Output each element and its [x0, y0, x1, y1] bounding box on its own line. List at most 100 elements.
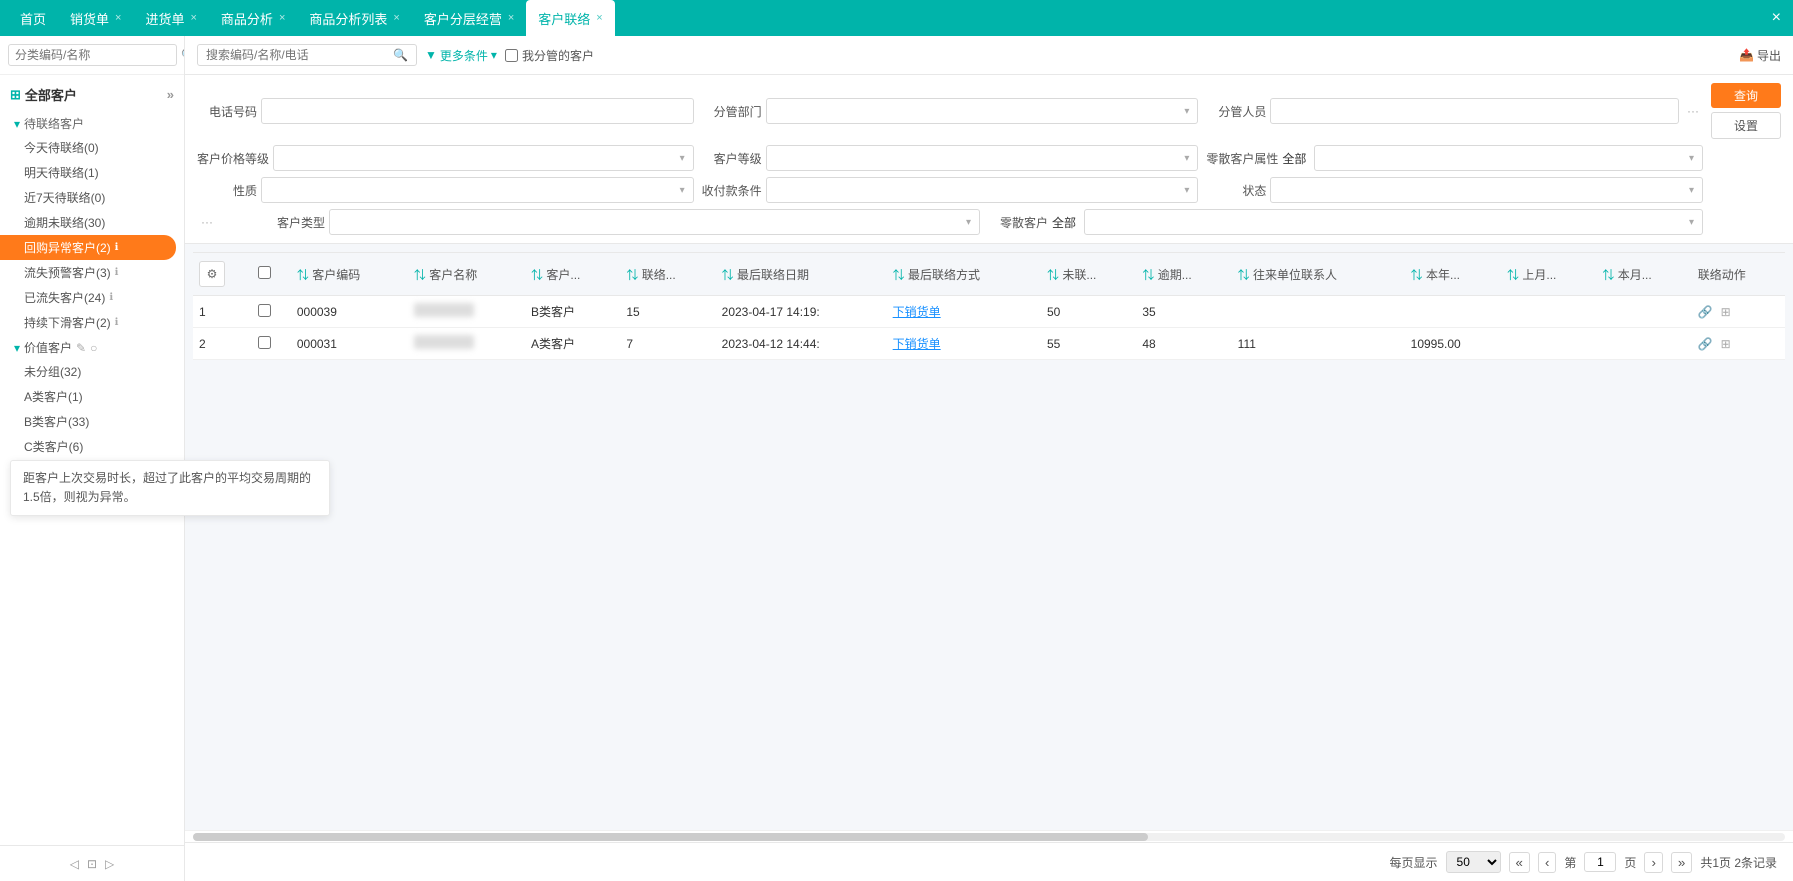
action-link-icon-2[interactable]: 🔗 [1698, 337, 1713, 351]
nav-analysis-list[interactable]: 商品分析列表 × [297, 0, 411, 36]
horizontal-scrollbar-track [193, 833, 1785, 841]
payment-select[interactable]: ▾ [766, 177, 1199, 203]
export-button[interactable]: 📤 导出 [1739, 47, 1781, 64]
sidebar-item-class-b[interactable]: B类客户(33) [0, 409, 184, 434]
sidebar-item-class-a[interactable]: A类客户(1) [0, 384, 184, 409]
nav-analysis-close[interactable]: × [279, 12, 285, 24]
th-last-contact-method[interactable]: ⇅ 最后联络方式 [887, 253, 1041, 296]
customer-level-select[interactable]: ▾ [766, 145, 1199, 171]
th-last-month[interactable]: ⇅ 上月... [1501, 253, 1596, 296]
row1-checkbox[interactable] [258, 304, 271, 317]
nav-customer-contact-close[interactable]: × [596, 12, 602, 24]
sidebar-item-lost[interactable]: 已流失客户(24) ℹ [0, 285, 184, 310]
status-select[interactable]: ▾ [1270, 177, 1703, 203]
prev-page-button[interactable]: ‹ [1538, 852, 1556, 873]
my-customers-checkbox[interactable] [505, 49, 518, 62]
nav-customer-ops[interactable]: 客户分层经营 × [412, 0, 526, 36]
scatter-customer-select[interactable]: ▾ [1084, 209, 1703, 235]
contact-method-link-1[interactable]: 下销货单 [893, 305, 941, 319]
sidebar-item-class-c[interactable]: C类客户(6) [0, 434, 184, 459]
scatter-attr-select[interactable]: ▾ [1314, 145, 1703, 171]
sidebar-item-ungrouped[interactable]: 未分组(32) [0, 359, 184, 384]
th-date-sort-icon: ⇅ [722, 268, 734, 282]
nav-purchase[interactable]: 进货单 × [133, 0, 208, 36]
th-code[interactable]: ⇅ 客户编码 [291, 253, 408, 296]
sidebar-item-loss-warning[interactable]: 流失预警客户(3) ℹ [0, 260, 184, 285]
th-contact-person[interactable]: ⇅ 往来单位联系人 [1232, 253, 1405, 296]
th-uncontacted[interactable]: ⇅ 未联... [1041, 253, 1136, 296]
sidebar-collapse-icon[interactable]: » [167, 87, 174, 102]
sidebar-bottom-left-arrow[interactable]: ◁ [70, 857, 79, 871]
sidebar-section-pending[interactable]: ▾ 待联络客户 [0, 110, 184, 135]
row4-dots-button[interactable]: ··· [197, 215, 217, 229]
person-dots-button[interactable]: ··· [1683, 104, 1703, 118]
sidebar-all-customers[interactable]: ⊞ 全部客户 » [0, 79, 184, 110]
settings-button[interactable]: 设置 [1711, 112, 1781, 139]
th-current-year[interactable]: ⇅ 本年... [1405, 253, 1501, 296]
select-all-checkbox[interactable] [258, 266, 271, 279]
nature-select[interactable]: ▾ [261, 177, 694, 203]
th-contact-count[interactable]: ⇅ 联络... [620, 253, 715, 296]
sidebar-item-overdue[interactable]: 逾期未联络(30) [0, 210, 184, 235]
filter-nature: 性质 ▾ [197, 177, 694, 203]
value-add-icon[interactable]: ○ [90, 341, 97, 355]
nav-sales[interactable]: 销货单 × [58, 0, 133, 36]
last-page-button[interactable]: » [1671, 852, 1692, 873]
cell-last-contact-method-1[interactable]: 下销货单 [887, 296, 1041, 328]
row2-checkbox[interactable] [258, 336, 271, 349]
top-nav: 首页 销货单 × 进货单 × 商品分析 × 商品分析列表 × 客户分层经营 × … [0, 0, 1793, 36]
sidebar-section-value[interactable]: ▾ 价值客户 ✎ ○ [0, 335, 184, 359]
sidebar-search-input[interactable] [8, 44, 177, 66]
sidebar-item-repurchase-anomaly[interactable]: 回购异常客户(2) ℹ [0, 235, 176, 260]
sidebar-item-declining[interactable]: 持续下滑客户(2) ℹ [0, 310, 184, 335]
nav-analysis[interactable]: 商品分析 × [209, 0, 297, 36]
query-button[interactable]: 查询 [1711, 83, 1781, 108]
payment-chevron-icon: ▾ [1184, 185, 1189, 196]
th-overdue[interactable]: ⇅ 逾期... [1136, 253, 1231, 296]
nav-purchase-close[interactable]: × [190, 12, 196, 24]
filter-icon: ▼ [425, 48, 437, 62]
th-name[interactable]: ⇅ 客户名称 [408, 253, 525, 296]
action-grid-icon-1[interactable]: ⊞ [1721, 305, 1731, 319]
table-area[interactable]: ⚙ ⇅ 客户编码 ⇅ 客户名称 [185, 244, 1793, 830]
action-grid-icon-2[interactable]: ⊞ [1721, 337, 1731, 351]
nav-customer-ops-close[interactable]: × [508, 12, 514, 24]
next-page-button[interactable]: › [1644, 852, 1662, 873]
th-overdue-sort-icon: ⇅ [1142, 268, 1154, 282]
horizontal-scrollbar-thumb[interactable] [193, 833, 1148, 841]
nav-analysis-list-close[interactable]: × [393, 12, 399, 24]
nav-customer-contact[interactable]: 客户联络 × [526, 0, 614, 36]
nav-sales-close[interactable]: × [115, 12, 121, 24]
horizontal-scrollbar-area [185, 830, 1793, 842]
th-last-contact-date[interactable]: ⇅ 最后联络日期 [716, 253, 887, 296]
sidebar-bottom-right-arrow[interactable]: ▷ [105, 857, 114, 871]
person-input[interactable] [1270, 98, 1679, 124]
table-settings-button[interactable]: ⚙ [199, 261, 225, 287]
sidebar-item-tomorrow[interactable]: 明天待联络(1) [0, 160, 184, 185]
th-current-month[interactable]: ⇅ 本月... [1596, 253, 1691, 296]
search-icon[interactable]: 🔍 [393, 48, 408, 62]
value-edit-icon[interactable]: ✎ [76, 341, 86, 355]
cell-last-contact-date-1: 2023-04-17 14:19: [716, 296, 887, 328]
search-input[interactable] [206, 48, 393, 62]
page-size-select[interactable]: 50 100 200 [1446, 851, 1501, 873]
th-type[interactable]: ⇅ 客户... [525, 253, 620, 296]
page-number-input[interactable] [1584, 852, 1616, 872]
cell-last-contact-date-2: 2023-04-12 14:44: [716, 328, 887, 360]
sidebar-item-today[interactable]: 今天待联络(0) [0, 135, 184, 160]
sidebar-item-7days[interactable]: 近7天待联络(0) [0, 185, 184, 210]
cell-contact-count-1: 15 [620, 296, 715, 328]
action-link-icon-1[interactable]: 🔗 [1698, 305, 1713, 319]
cell-type-2: A类客户 [525, 328, 620, 360]
first-page-button[interactable]: « [1509, 852, 1530, 873]
price-level-select[interactable]: ▾ [273, 145, 694, 171]
nav-home[interactable]: 首页 [8, 0, 58, 36]
customer-type-select[interactable]: ▾ [329, 209, 980, 235]
cell-checkbox-2 [252, 328, 291, 360]
more-conditions-button[interactable]: ▼ 更多条件 ▾ [425, 47, 497, 64]
dept-select[interactable]: ▾ [766, 98, 1199, 124]
cell-last-contact-method-2[interactable]: 下销货单 [887, 328, 1041, 360]
window-close-button[interactable]: × [1772, 9, 1781, 27]
phone-input[interactable] [261, 98, 694, 124]
contact-method-link-2[interactable]: 下销货单 [893, 337, 941, 351]
